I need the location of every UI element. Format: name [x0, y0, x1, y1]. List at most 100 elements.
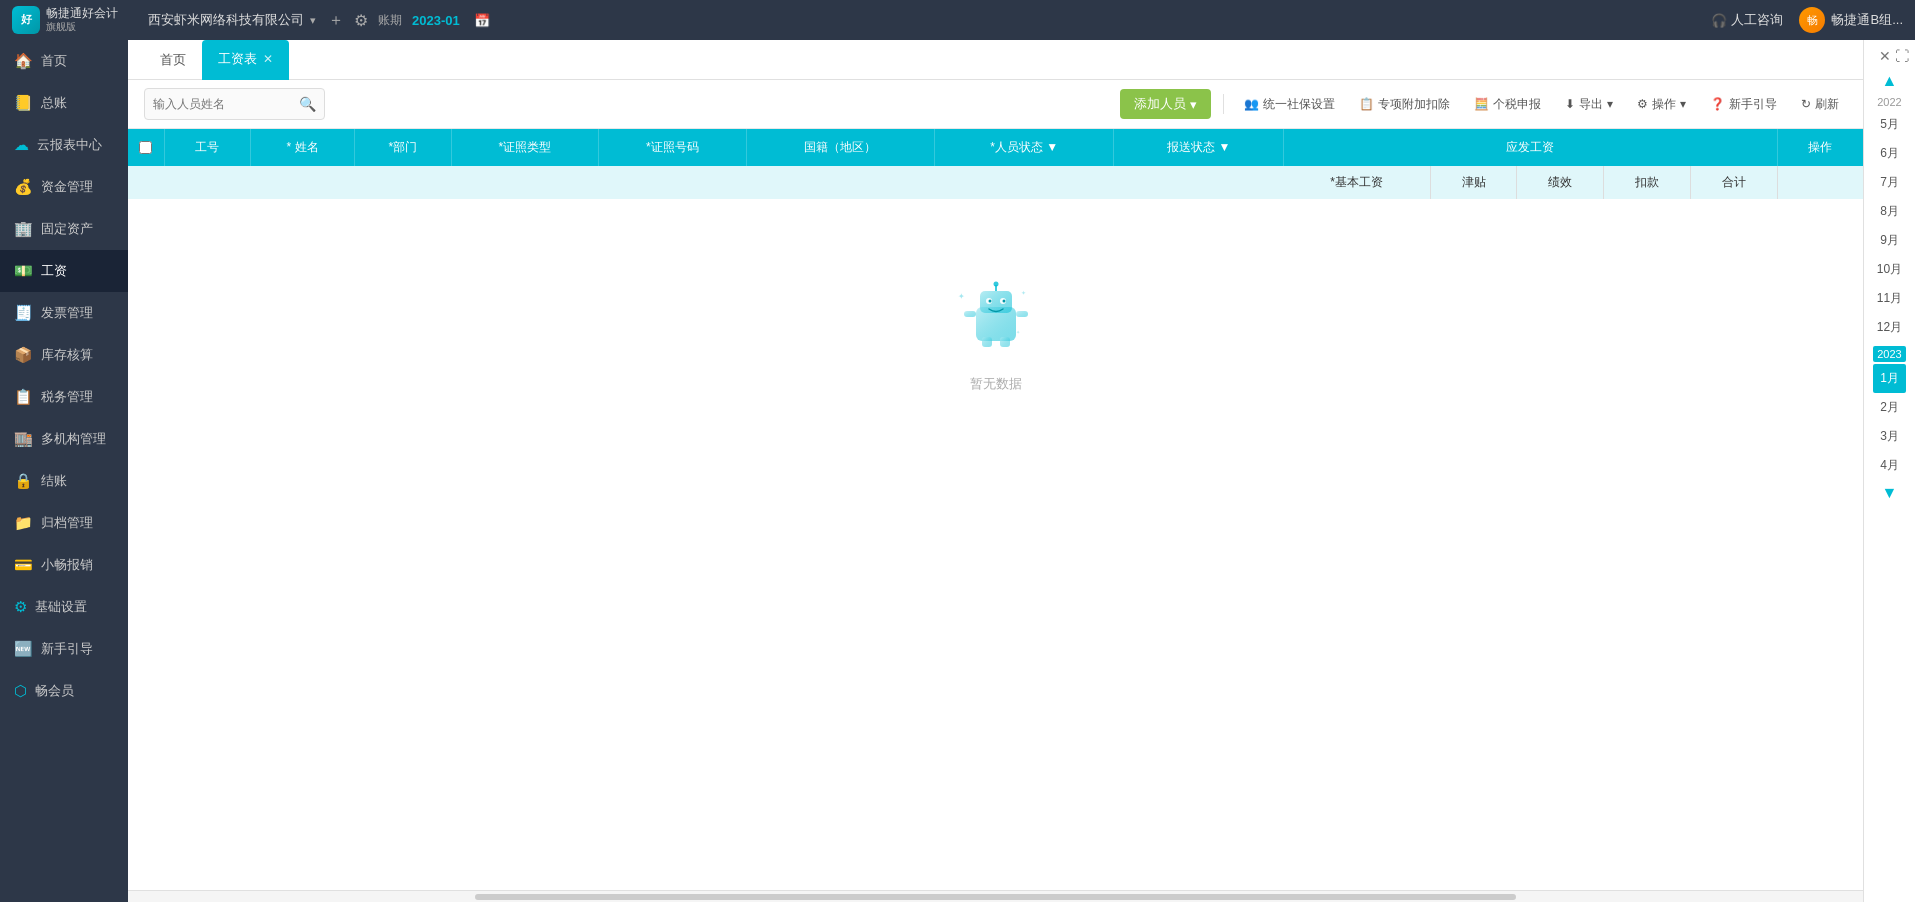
sidebar-item-multi-org[interactable]: 🏬多机构管理: [0, 418, 128, 460]
add-person-button[interactable]: 添加人员 ▾: [1120, 89, 1211, 119]
social-security-label: 统一社保设置: [1263, 96, 1335, 113]
th-total: 合计: [1690, 166, 1777, 199]
sidebar-label-guide: 新手引导: [41, 640, 93, 658]
sidebar-item-member[interactable]: ⬡畅会员: [0, 670, 128, 712]
table-sub-header-row: *基本工资 津贴 绩效 扣款 合计: [128, 166, 1863, 199]
month-2022-9月[interactable]: 9月: [1873, 226, 1905, 255]
export-icon: ⬇: [1565, 97, 1575, 111]
sidebar-item-guide[interactable]: 🆕新手引导: [0, 628, 128, 670]
user-button[interactable]: 畅 畅捷通B组...: [1799, 7, 1903, 33]
search-box: 🔍: [144, 88, 325, 120]
sidebar-label-home: 首页: [41, 52, 67, 70]
sidebar-item-tax[interactable]: 📋税务管理: [0, 376, 128, 418]
empty-icon: ✦ ✦ ✦: [956, 279, 1036, 359]
app-name: 畅捷通好会计: [46, 6, 118, 20]
chevron-down-icon: ▾: [310, 14, 316, 27]
tab-salary[interactable]: 工资表 ✕: [202, 40, 289, 80]
month-2023-3月[interactable]: 3月: [1873, 422, 1905, 451]
svg-rect-7: [1016, 311, 1028, 317]
add-company-icon[interactable]: ＋: [328, 10, 344, 31]
sidebar-item-home[interactable]: 🏠 首页: [0, 40, 128, 82]
app-logo-icon: 好: [12, 6, 40, 34]
tax-button[interactable]: 🧮 个税申报: [1466, 92, 1549, 117]
sidebar-item-close[interactable]: 🔒结账: [0, 460, 128, 502]
settings-icon[interactable]: ⚙: [354, 11, 368, 30]
top-header: 好 畅捷通好会计 旗舰版 西安虾米网络科技有限公司 ▾ ＋ ⚙ 账期 2023-…: [0, 0, 1915, 40]
th-emp-no: 工号: [164, 129, 251, 166]
user-name: 畅捷通B组...: [1831, 11, 1903, 29]
support-button[interactable]: 🎧 人工咨询: [1711, 11, 1783, 29]
scroll-track[interactable]: [475, 894, 1516, 900]
month-2022-6月[interactable]: 6月: [1873, 139, 1905, 168]
ledger-icon: 📒: [14, 94, 33, 112]
close-panel-icon[interactable]: ✕: [1879, 48, 1891, 64]
th-ops: 操作: [1777, 129, 1863, 166]
search-icon: 🔍: [299, 96, 316, 112]
sidebar-item-settings[interactable]: ⚙基础设置: [0, 586, 128, 628]
year-2022-label: 2022: [1873, 94, 1905, 110]
deduction-label: 专项附加扣除: [1378, 96, 1450, 113]
sidebar-item-cloud-report[interactable]: ☁云报表中心: [0, 124, 128, 166]
month-2023-1月[interactable]: 1月: [1873, 364, 1905, 393]
month-2023-2月[interactable]: 2月: [1873, 393, 1905, 422]
month-2022-12月[interactable]: 12月: [1873, 313, 1905, 342]
month-2022-7月[interactable]: 7月: [1873, 168, 1905, 197]
support-label: 人工咨询: [1731, 11, 1783, 29]
select-all-checkbox[interactable]: [139, 141, 152, 154]
tab-home[interactable]: 首页: [144, 40, 202, 80]
guide-label: 新手引导: [1729, 96, 1777, 113]
th-cert-no: *证照号码: [599, 129, 746, 166]
month-2023-4月[interactable]: 4月: [1873, 451, 1905, 480]
app-edition: 旗舰版: [46, 20, 118, 34]
svg-rect-9: [1000, 337, 1010, 347]
tax-icon: 🧮: [1474, 97, 1489, 111]
sidebar-item-expense[interactable]: 💳 小畅报销: [0, 544, 128, 586]
export-label: 导出: [1579, 96, 1603, 113]
sidebar-item-salary[interactable]: 💵工资: [0, 250, 128, 292]
month-2022-11月[interactable]: 11月: [1873, 284, 1905, 313]
multi-org-icon: 🏬: [14, 430, 33, 448]
sidebar-item-archive[interactable]: 📁归档管理: [0, 502, 128, 544]
sidebar-item-inventory[interactable]: 📦库存核算: [0, 334, 128, 376]
empty-text: 暂无数据: [970, 375, 1022, 393]
tab-close-icon[interactable]: ✕: [263, 52, 273, 66]
social-security-icon: 👥: [1244, 97, 1259, 111]
header-actions: ＋ ⚙ 账期 2023-01 📅: [328, 10, 490, 31]
content-area: 首页 工资表 ✕ 🔍 添加人员 ▾ 👥 统一社保设置: [128, 40, 1863, 902]
company-selector[interactable]: 西安虾米网络科技有限公司 ▾: [148, 11, 316, 29]
deduction-icon: 📋: [1359, 97, 1374, 111]
home-icon: 🏠: [14, 52, 33, 70]
svg-text:✦: ✦: [958, 292, 965, 301]
settings-icon: ⚙: [14, 598, 27, 616]
export-button[interactable]: ⬇ 导出 ▾: [1557, 92, 1621, 117]
th-checkbox: [128, 129, 164, 166]
refresh-button[interactable]: ↻ 刷新: [1793, 92, 1847, 117]
month-2022-8月[interactable]: 8月: [1873, 197, 1905, 226]
expense-icon: 💳: [14, 556, 33, 574]
search-input[interactable]: [153, 97, 293, 111]
sidebar-item-asset[interactable]: 🏢固定资产: [0, 208, 128, 250]
panel-nav-up[interactable]: ▲: [1878, 68, 1902, 94]
month-2022-10月[interactable]: 10月: [1873, 255, 1905, 284]
sidebar-item-fund[interactable]: 💰资金管理: [0, 166, 128, 208]
sidebar-item-ledger[interactable]: 📒总账: [0, 82, 128, 124]
th-report-status: 报送状态 ▼: [1114, 129, 1284, 166]
social-security-button[interactable]: 👥 统一社保设置: [1236, 92, 1343, 117]
sidebar-item-invoice[interactable]: 🧾发票管理: [0, 292, 128, 334]
invoice-icon: 🧾: [14, 304, 33, 322]
panel-nav-down[interactable]: ▼: [1878, 480, 1902, 506]
period-value[interactable]: 2023-01: [412, 13, 460, 28]
panel-top-buttons: ✕ ⛶: [1873, 44, 1915, 68]
guide-button[interactable]: ❓ 新手引导: [1702, 92, 1785, 117]
calendar-icon[interactable]: 📅: [474, 13, 490, 28]
sidebar-label-expense: 小畅报销: [41, 556, 93, 574]
year-2023-badge: 2023: [1873, 346, 1905, 362]
month-2022-5月[interactable]: 5月: [1873, 110, 1905, 139]
tax-label: 个税申报: [1493, 96, 1541, 113]
deduction-button[interactable]: 📋 专项附加扣除: [1351, 92, 1458, 117]
expand-panel-icon[interactable]: ⛶: [1895, 48, 1909, 64]
operation-button[interactable]: ⚙ 操作 ▾: [1629, 92, 1694, 117]
bottom-scrollbar[interactable]: [128, 890, 1863, 902]
svg-point-11: [993, 282, 998, 287]
svg-rect-1: [980, 291, 1012, 313]
